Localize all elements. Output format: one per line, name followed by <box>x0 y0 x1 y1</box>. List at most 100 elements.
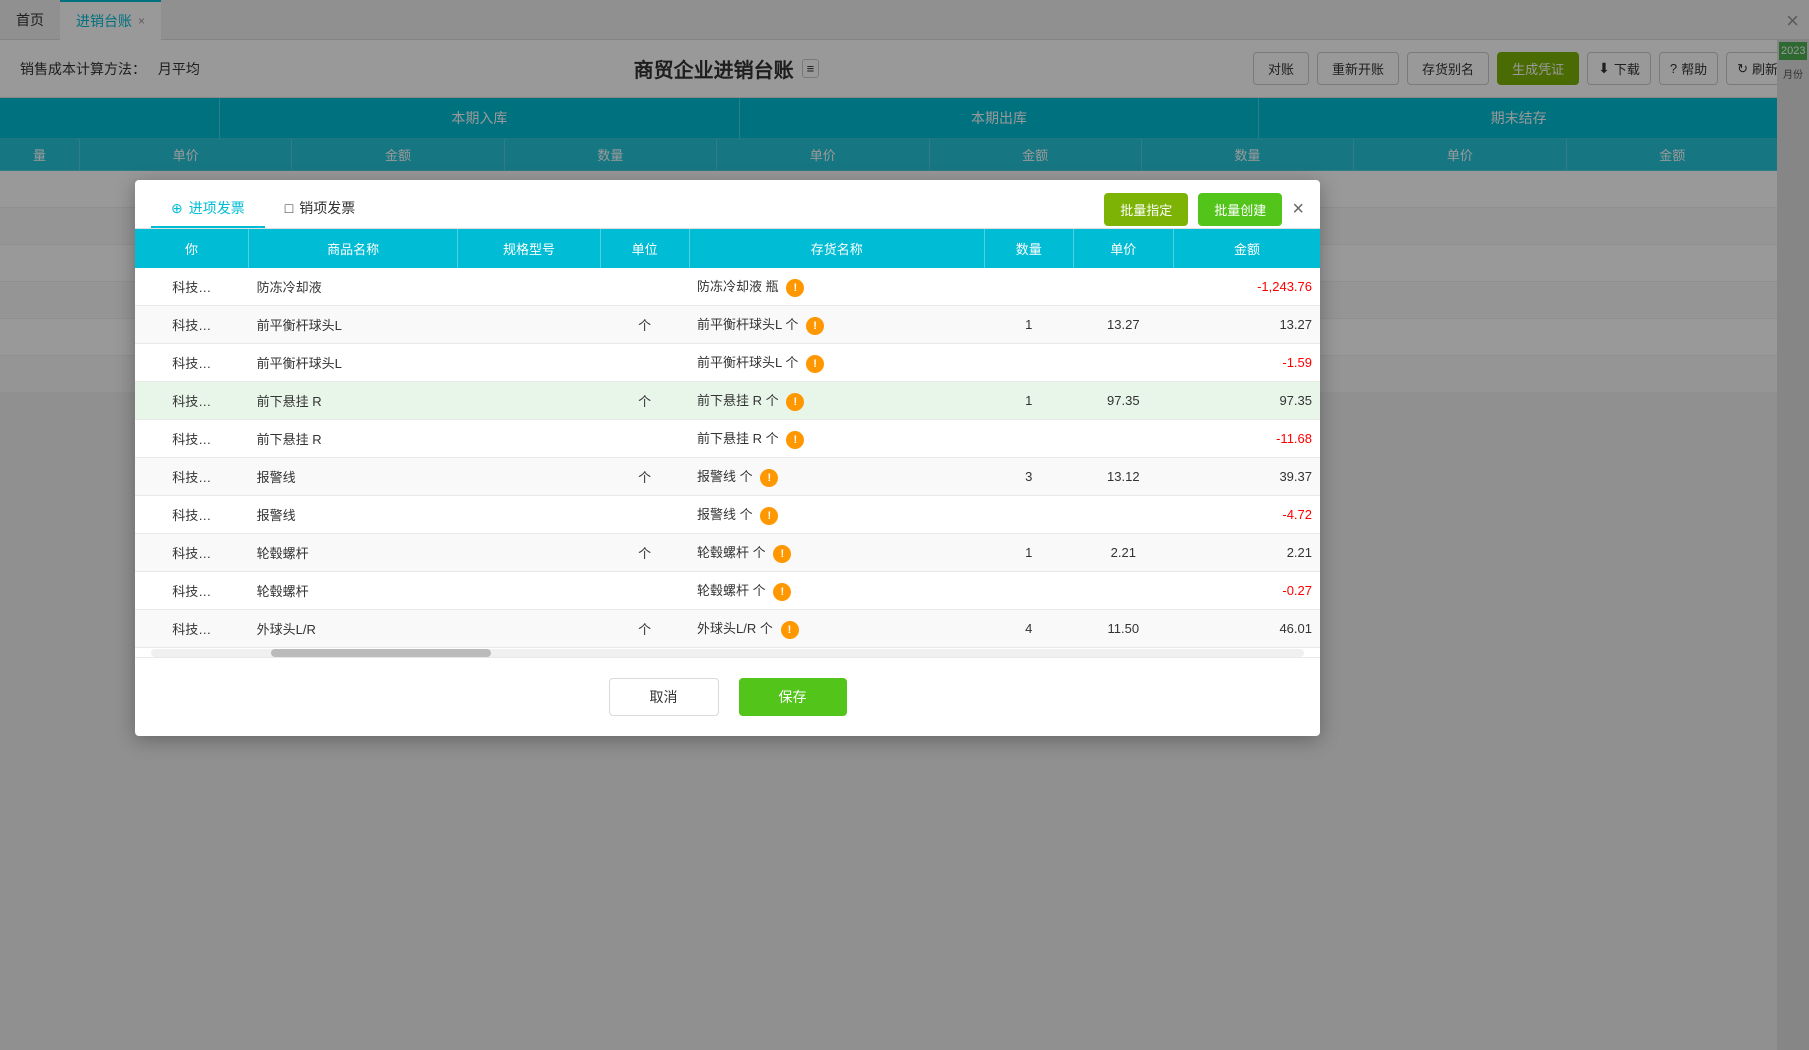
cell-quantity <box>984 496 1073 534</box>
invoice-table: 你 商品名称 规格型号 单位 存货名称 数量 单价 金额 科技… 防冻冷却液 防… <box>135 229 1320 649</box>
th-unit: 单位 <box>600 229 689 268</box>
cell-quantity: 3 <box>984 458 1073 496</box>
cell-product-name: 报警线 <box>249 458 458 496</box>
cell-unit: 个 <box>600 534 689 572</box>
table-row: 科技… 前下悬挂 R 个 前下悬挂 R 个 ! 1 97.35 97.35 <box>135 382 1320 420</box>
cell-unit-price: 2.21 <box>1073 534 1173 572</box>
warning-icon: ! <box>786 431 804 449</box>
cell-amount: -0.27 <box>1173 572 1320 610</box>
warning-icon: ! <box>781 621 799 639</box>
warning-icon: ! <box>786 279 804 297</box>
cell-company: 科技… <box>135 268 249 306</box>
cell-inventory-name: 前下悬挂 R 个 ! <box>689 382 984 420</box>
cell-company: 科技… <box>135 572 249 610</box>
cell-amount: 46.01 <box>1173 610 1320 648</box>
cell-product-name: 前下悬挂 R <box>249 382 458 420</box>
cell-company: 科技… <box>135 306 249 344</box>
cell-company: 科技… <box>135 420 249 458</box>
warning-icon: ! <box>806 355 824 373</box>
warning-icon: ! <box>773 583 791 601</box>
th-product-name: 商品名称 <box>249 229 458 268</box>
cell-quantity: 1 <box>984 306 1073 344</box>
cell-company: 科技… <box>135 496 249 534</box>
cell-amount: 2.21 <box>1173 534 1320 572</box>
invoice-table-scroll[interactable]: 你 商品名称 规格型号 单位 存货名称 数量 单价 金额 科技… 防冻冷却液 防… <box>135 229 1320 649</box>
cell-quantity <box>984 420 1073 458</box>
cell-quantity: 1 <box>984 382 1073 420</box>
cell-spec <box>458 344 601 382</box>
tab-outgoing-invoice[interactable]: □ 销项发票 <box>265 190 375 228</box>
tab-incoming-invoice[interactable]: ⊕ 进项发票 <box>151 190 265 228</box>
cell-amount: 39.37 <box>1173 458 1320 496</box>
cell-spec <box>458 496 601 534</box>
th-unit-price: 单价 <box>1073 229 1173 268</box>
cell-unit: 个 <box>600 382 689 420</box>
cell-inventory-name: 外球头L/R 个 ! <box>689 610 984 648</box>
cell-product-name: 轮毂螺杆 <box>249 572 458 610</box>
cell-spec <box>458 306 601 344</box>
table-row: 科技… 前平衡杆球头L 个 前平衡杆球头L 个 ! 1 13.27 13.27 <box>135 306 1320 344</box>
th-quantity: 数量 <box>984 229 1073 268</box>
batch-create-button[interactable]: 批量创建 <box>1198 193 1282 226</box>
table-row: 科技… 报警线 个 报警线 个 ! 3 13.12 39.37 <box>135 458 1320 496</box>
cell-quantity <box>984 572 1073 610</box>
cell-amount: 97.35 <box>1173 382 1320 420</box>
cell-spec <box>458 572 601 610</box>
cell-unit-price <box>1073 420 1173 458</box>
cell-inventory-name: 轮毂螺杆 个 ! <box>689 572 984 610</box>
warning-icon: ! <box>760 469 778 487</box>
scrollbar-thumb[interactable] <box>271 649 491 657</box>
cell-spec <box>458 610 601 648</box>
cell-unit <box>600 496 689 534</box>
cell-unit <box>600 572 689 610</box>
cell-quantity <box>984 268 1073 306</box>
cell-product-name: 报警线 <box>249 496 458 534</box>
table-row: 科技… 轮毂螺杆 轮毂螺杆 个 ! -0.27 <box>135 572 1320 610</box>
modal-close-button[interactable]: × <box>1292 193 1304 226</box>
cell-amount: -4.72 <box>1173 496 1320 534</box>
cell-amount: -11.68 <box>1173 420 1320 458</box>
cell-product-name: 前平衡杆球头L <box>249 306 458 344</box>
table-row: 科技… 前下悬挂 R 前下悬挂 R 个 ! -11.68 <box>135 420 1320 458</box>
cell-inventory-name: 报警线 个 ! <box>689 458 984 496</box>
modal-header: ⊕ 进项发票 □ 销项发票 批量指定 批量创建 × <box>135 180 1320 228</box>
save-button[interactable]: 保存 <box>739 678 847 716</box>
cell-unit-price <box>1073 496 1173 534</box>
table-row: 科技… 报警线 报警线 个 ! -4.72 <box>135 496 1320 534</box>
warning-icon: ! <box>806 317 824 335</box>
table-row: 科技… 外球头L/R 个 外球头L/R 个 ! 4 11.50 46.01 <box>135 610 1320 648</box>
cell-product-name: 外球头L/R <box>249 610 458 648</box>
cell-product-name: 防冻冷却液 <box>249 268 458 306</box>
cell-product-name: 前下悬挂 R <box>249 420 458 458</box>
horizontal-scrollbar[interactable] <box>151 649 1304 657</box>
th-amount: 金额 <box>1173 229 1320 268</box>
cell-spec <box>458 458 601 496</box>
modal-footer: 取消 保存 <box>135 657 1320 736</box>
table-row: 科技… 轮毂螺杆 个 轮毂螺杆 个 ! 1 2.21 2.21 <box>135 534 1320 572</box>
cell-spec <box>458 420 601 458</box>
cell-inventory-name: 轮毂螺杆 个 ! <box>689 534 984 572</box>
cell-unit-price <box>1073 572 1173 610</box>
table-row: 科技… 前平衡杆球头L 前平衡杆球头L 个 ! -1.59 <box>135 344 1320 382</box>
cell-amount: -1.59 <box>1173 344 1320 382</box>
cell-quantity <box>984 344 1073 382</box>
warning-icon: ! <box>773 545 791 563</box>
cell-unit-price <box>1073 268 1173 306</box>
cell-unit: 个 <box>600 610 689 648</box>
cell-company: 科技… <box>135 610 249 648</box>
cell-unit <box>600 268 689 306</box>
cell-unit-price: 97.35 <box>1073 382 1173 420</box>
cell-unit <box>600 420 689 458</box>
cell-company: 科技… <box>135 534 249 572</box>
cell-quantity: 4 <box>984 610 1073 648</box>
cell-spec <box>458 382 601 420</box>
batch-assign-button[interactable]: 批量指定 <box>1104 193 1188 226</box>
cancel-button[interactable]: 取消 <box>609 678 719 716</box>
invoice-modal: ⊕ 进项发票 □ 销项发票 批量指定 批量创建 × 你 商品名称 规格型号 单位 <box>135 180 1320 736</box>
th-company: 你 <box>135 229 249 268</box>
cell-unit-price: 13.12 <box>1073 458 1173 496</box>
cell-company: 科技… <box>135 344 249 382</box>
modal-actions: 批量指定 批量创建 × <box>1104 193 1304 226</box>
modal-tabs: ⊕ 进项发票 □ 销项发票 <box>151 190 375 228</box>
th-inventory-name: 存货名称 <box>689 229 984 268</box>
